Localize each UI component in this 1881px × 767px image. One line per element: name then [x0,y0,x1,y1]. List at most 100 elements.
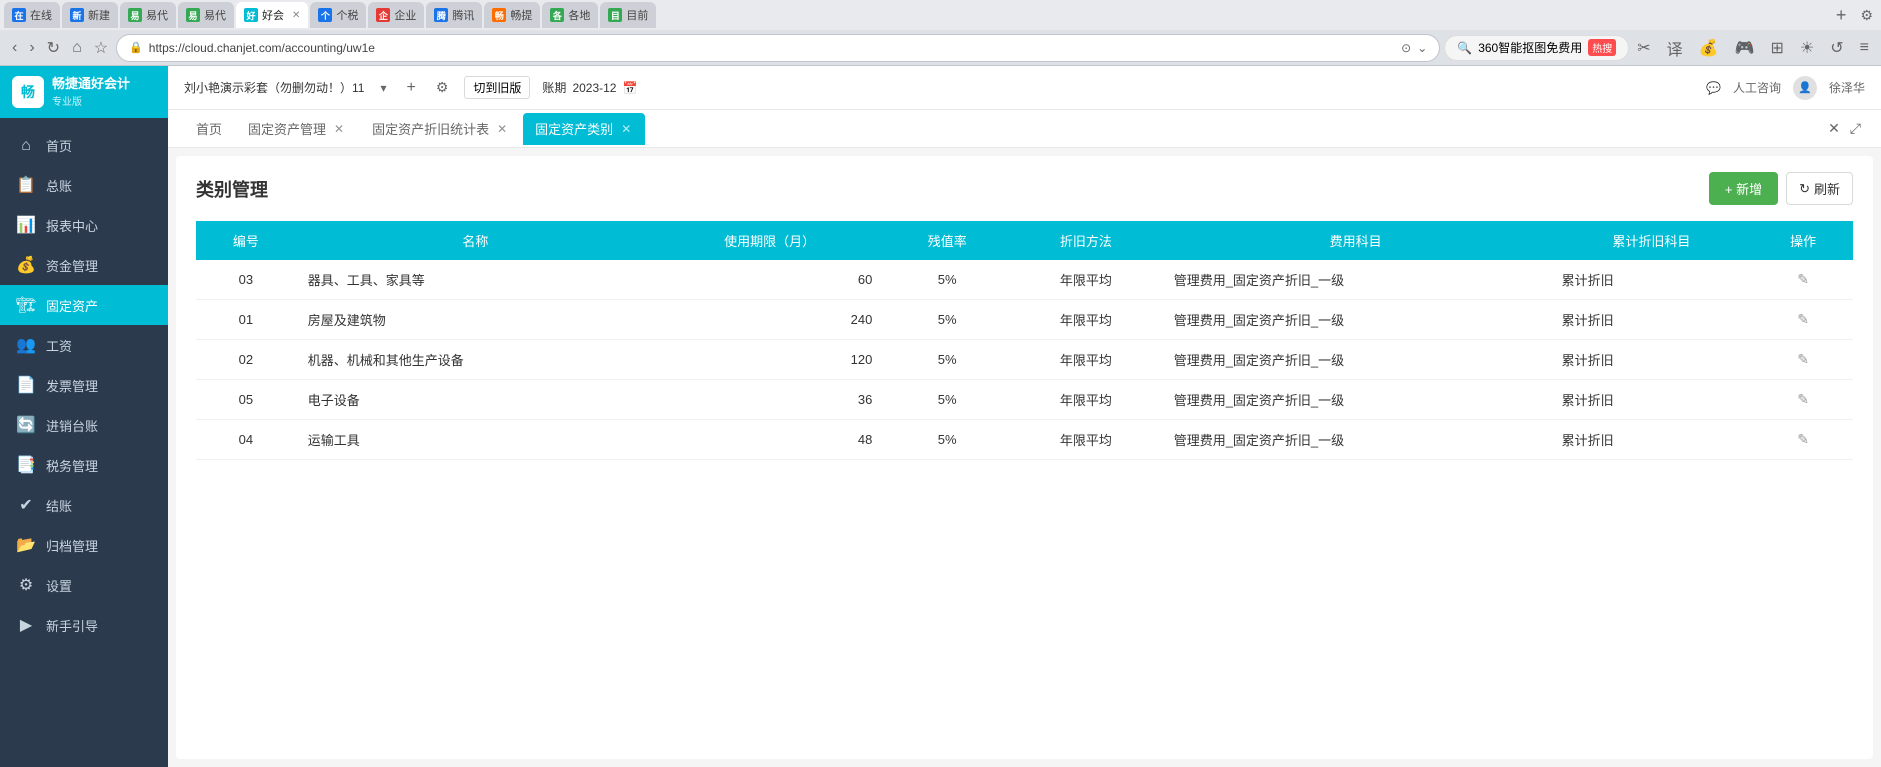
sidebar-logo: 畅 畅捷通好会计 专业版 [0,66,168,118]
tab-close-button[interactable]: ✕ [292,10,300,21]
cell-accum_account-1: 累计折旧 [1550,300,1754,340]
browser-tab-tab3[interactable]: 易 易代 [120,2,176,28]
sidebar-item-ledger[interactable]: 📋 总账 [0,165,168,205]
sidebar-item-reports[interactable]: 📊 报表中心 [0,205,168,245]
maximize-window-button[interactable]: ⤢ [1846,118,1865,139]
page-tabs: 首页 固定资产管理 ✕固定资产折旧统计表 ✕固定资产类别 ✕ ✕ ⤢ [168,110,1881,148]
page-tab-depreciation_table[interactable]: 固定资产折旧统计表 ✕ [360,113,521,145]
browser-tab-tab5[interactable]: 好 好会 ✕ [236,2,308,28]
switch-version-button[interactable]: 切到旧版 [464,76,530,99]
game-button[interactable]: 🎮 [1731,36,1759,60]
sidebar-item-checkout[interactable]: ✔ 结账 [0,485,168,525]
sidebar-item-fixed_assets[interactable]: 🏗 固定资产 [0,285,168,325]
browser-tab-tab1[interactable]: 在 在线 [4,2,60,28]
page-tab-asset_category[interactable]: 固定资产类别 ✕ [523,113,645,145]
cell-code-3: 05 [196,380,296,420]
search-text: 360智能抠图免费用 [1478,39,1582,56]
menu-label-reports: 报表中心 [46,216,98,235]
sidebar-item-guide[interactable]: ▶ 新手引导 [0,605,168,645]
edit-button-1[interactable]: ✎ [1797,311,1809,327]
brightness-button[interactable]: ☀ [1796,36,1818,60]
sidebar-item-payroll[interactable]: 👥 工资 [0,325,168,365]
add-button[interactable]: + 新增 [1709,172,1778,205]
back-button[interactable]: ‹ [8,37,21,59]
browser-tab-tab8[interactable]: 腾 腾讯 [426,2,482,28]
cut-button[interactable]: ✂ [1633,36,1654,60]
page-tab-close-asset_category[interactable]: ✕ [619,122,633,136]
sidebar-item-purchase_sale[interactable]: 🔄 进销台账 [0,405,168,445]
cell-actions-0: ✎ [1753,260,1853,300]
browser-tab-tab2[interactable]: 新 新建 [62,2,118,28]
cell-period-2: 120 [655,340,884,380]
page-tab-fixed_asset_mgmt[interactable]: 固定资产管理 ✕ [236,113,358,145]
table-row: 03器具、工具、家具等605%年限平均管理费用_固定资产折旧_一级累计折旧✎ [196,260,1853,300]
table-row: 01房屋及建筑物2405%年限平均管理费用_固定资产折旧_一级累计折旧✎ [196,300,1853,340]
sidebar-item-funds[interactable]: 💰 资金管理 [0,245,168,285]
page-tab-home[interactable]: 首页 [184,113,234,145]
edit-button-4[interactable]: ✎ [1797,431,1809,447]
search-bar[interactable]: 🔍 360智能抠图免费用 热搜 [1444,35,1629,61]
menu-icon-payroll: 👥 [16,335,36,355]
page-tab-close-fixed_asset_mgmt[interactable]: ✕ [332,122,346,136]
tab-favicon: 个 [318,8,332,22]
new-tab-button[interactable]: + [1828,5,1855,26]
settings-icon-button[interactable]: ⚙ [432,77,453,98]
home-button[interactable]: ⌂ [68,37,86,59]
menu-label-settings: 设置 [46,576,72,595]
tab-favicon: 畅 [492,8,506,22]
topbar-period: 账期 2023-12 📅 [542,79,637,96]
reload-button[interactable]: ↻ [43,36,64,60]
page-tab-close-depreciation_table[interactable]: ✕ [495,122,509,136]
page-tab-label-depreciation_table: 固定资产折旧统计表 [372,119,489,138]
browser-tab-tab10[interactable]: 各 各地 [542,2,598,28]
tab-label: 畅提 [510,7,532,23]
col-header-method: 折旧方法 [1010,221,1162,260]
translate-button[interactable]: 译 [1663,34,1687,62]
sidebar-item-settings[interactable]: ⚙ 设置 [0,565,168,605]
cell-period-0: 60 [655,260,884,300]
browser-tab-tab4[interactable]: 易 易代 [178,2,234,28]
tab-settings-button[interactable]: ⚙ [1856,5,1877,26]
edit-button-2[interactable]: ✎ [1797,351,1809,367]
cell-period-3: 36 [655,380,884,420]
sidebar-item-tax[interactable]: 📑 税务管理 [0,445,168,485]
username: 徐泽华 [1829,79,1865,96]
browser-tab-tab9[interactable]: 畅 畅提 [484,2,540,28]
page-title: 类别管理 [196,176,268,202]
cell-residual-3: 5% [884,380,1010,420]
browser-tab-tab11[interactable]: 目 目前 [600,2,656,28]
history-button[interactable]: ↺ [1826,36,1847,60]
sidebar-item-invoice[interactable]: 📄 发票管理 [0,365,168,405]
menu-icon-purchase_sale: 🔄 [16,415,36,435]
col-header-code: 编号 [196,221,296,260]
edit-button-3[interactable]: ✎ [1797,391,1809,407]
cell-method-3: 年限平均 [1010,380,1162,420]
page-content: 类别管理 + 新增 ↻ 刷新 编号名称使用期限（月）残值率折旧方法费用科目累计折… [176,156,1873,759]
menu-icon-guide: ▶ [16,615,36,635]
menu-button[interactable]: ≡ [1856,37,1873,59]
add-account-button[interactable]: + [403,77,420,99]
app-container: 畅 畅捷通好会计 专业版 ⌂ 首页📋 总账📊 报表中心💰 资金管理🏗 固定资产👥… [0,66,1881,767]
topbar-right: 💬 人工咨询 👤 徐泽华 [1706,76,1865,100]
bookmark-button[interactable]: ☆ [90,36,112,60]
menu-label-invoice: 发票管理 [46,376,98,395]
forward-button[interactable]: › [25,37,38,59]
topbar-user: 刘小艳演示彩套（勿删勿动！）11 [184,79,364,96]
sidebar-item-home[interactable]: ⌂ 首页 [0,126,168,165]
grid-button[interactable]: ⊞ [1767,36,1788,60]
menu-icon-ledger: 📋 [16,175,36,195]
browser-tab-tab6[interactable]: 个 个税 [310,2,366,28]
data-table: 编号名称使用期限（月）残值率折旧方法费用科目累计折旧科目操作 03器具、工具、家… [196,221,1853,460]
cell-actions-1: ✎ [1753,300,1853,340]
close-window-button[interactable]: ✕ [1824,118,1844,139]
browser-tab-tab7[interactable]: 企 企业 [368,2,424,28]
cell-actions-3: ✎ [1753,380,1853,420]
menu-label-funds: 资金管理 [46,256,98,275]
wallet-button[interactable]: 💰 [1695,36,1723,60]
sidebar-item-archive[interactable]: 📂 归档管理 [0,525,168,565]
user-dropdown-button[interactable]: ▾ [376,79,390,97]
address-bar[interactable]: 🔒 https://cloud.chanjet.com/accounting/u… [116,34,1440,62]
edit-button-0[interactable]: ✎ [1797,271,1809,287]
refresh-button[interactable]: ↻ 刷新 [1786,172,1853,205]
menu-label-ledger: 总账 [46,176,72,195]
